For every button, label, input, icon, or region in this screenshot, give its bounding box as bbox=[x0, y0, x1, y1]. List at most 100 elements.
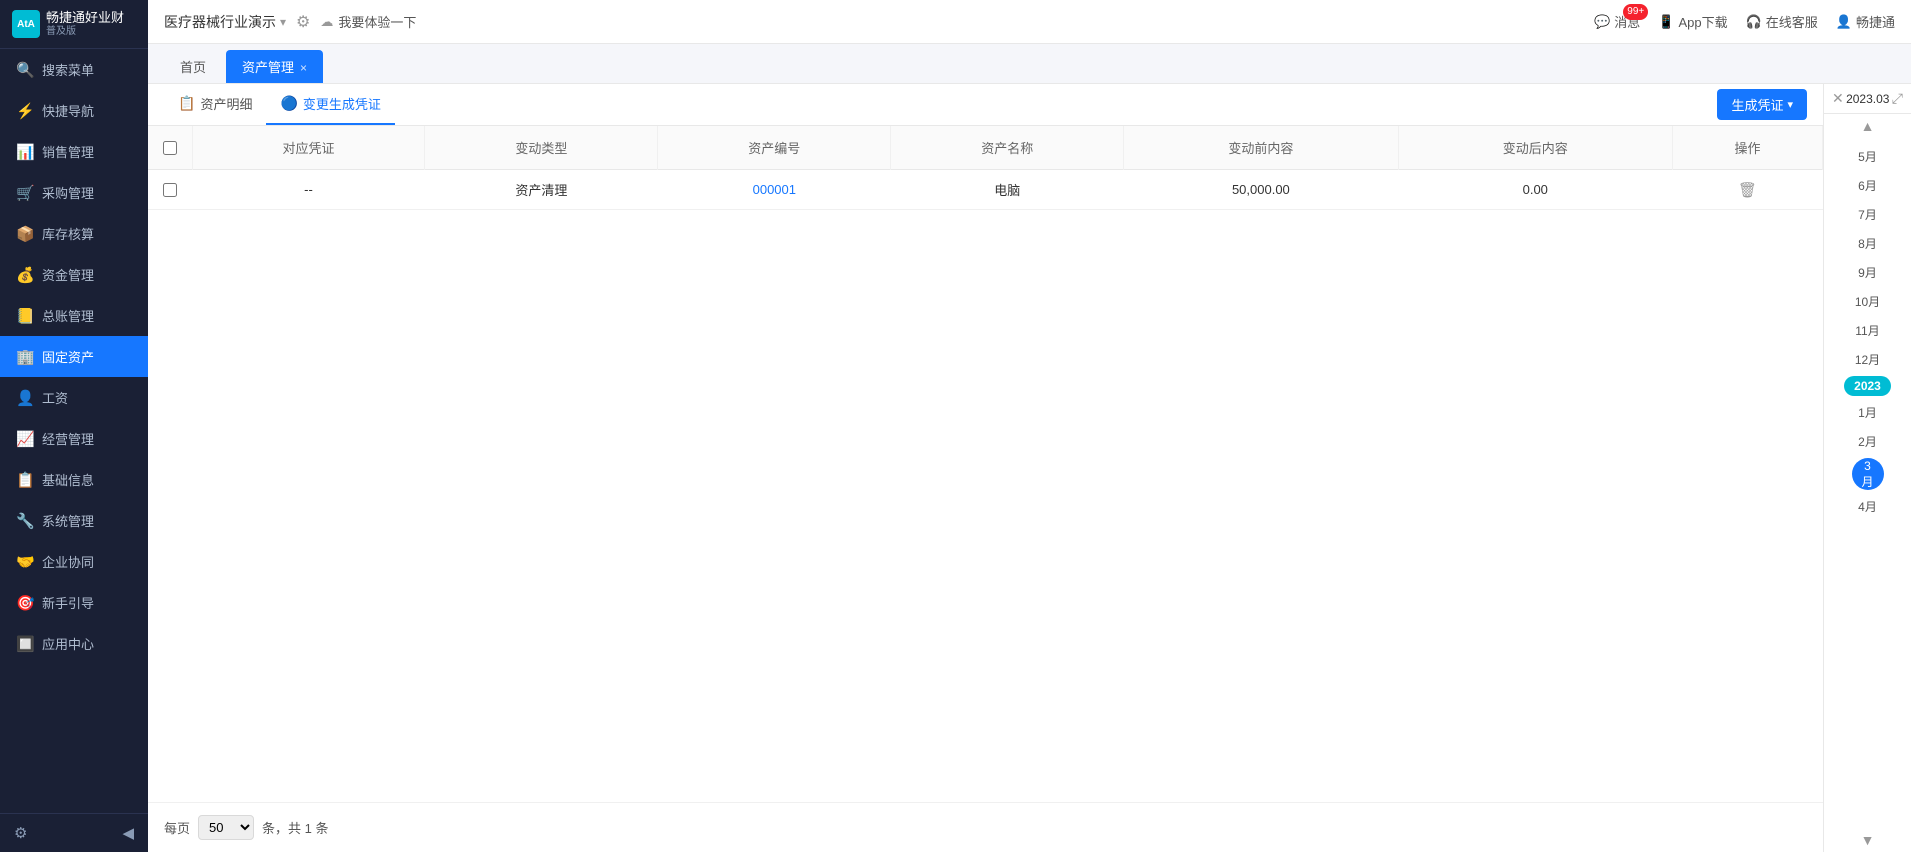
online-service-icon: 🎧 bbox=[1746, 14, 1762, 30]
topbar-app-download[interactable]: 📱 App下载 bbox=[1658, 12, 1727, 31]
date-2023-2月[interactable]: 2月 bbox=[1824, 427, 1911, 456]
sidebar-label-system: 系统管理 bbox=[42, 511, 94, 530]
fixed-assets-icon: 🏢 bbox=[16, 348, 34, 366]
date-month-7月[interactable]: 7月 bbox=[1824, 200, 1911, 229]
sales-icon: 📊 bbox=[16, 143, 34, 161]
date-2023-3月[interactable]: 3月 bbox=[1852, 458, 1884, 490]
company-title: 医疗器械行业演示 bbox=[164, 12, 276, 32]
sidebar-item-app-center[interactable]: 🔲 应用中心 bbox=[0, 623, 148, 664]
topbar-user[interactable]: 👤 畅捷通 bbox=[1836, 12, 1895, 31]
sidebar-label-inventory: 库存核算 bbox=[42, 224, 94, 243]
cloud-icon: ☁ bbox=[320, 14, 333, 30]
sidebar-label-app-center: 应用中心 bbox=[42, 634, 94, 653]
asset-detail-tab-icon: 📋 bbox=[178, 95, 195, 112]
tab-home[interactable]: 首页 bbox=[164, 50, 222, 83]
topbar: 医疗器械行业演示 ▾ ⚙ ☁ 我要体验一下 💬99+ 消息 📱 App下载 🎧 在线… bbox=[148, 0, 1911, 44]
sidebar-label-guide: 新手引导 bbox=[42, 593, 94, 612]
sidebar-label-quick-nav: 快捷导航 bbox=[42, 101, 94, 120]
sidebar-item-guide[interactable]: 🎯 新手引导 bbox=[0, 582, 148, 623]
purchase-icon: 🛒 bbox=[16, 184, 34, 202]
date-month-9月[interactable]: 9月 bbox=[1824, 258, 1911, 287]
settings-icon[interactable]: ⚙ bbox=[14, 824, 27, 842]
date-2023-4月[interactable]: 4月 bbox=[1824, 492, 1911, 521]
table-header: 对应凭证 变动类型 资产编号 资产名称 变动前内容 变动后内容 操作 bbox=[148, 126, 1823, 170]
asset-detail-tab-label: 资产明细 bbox=[200, 94, 252, 113]
badge-messages: 99+ bbox=[1623, 4, 1648, 20]
title-dropdown-icon[interactable]: ▾ bbox=[280, 15, 286, 29]
app-download-label: App下载 bbox=[1678, 12, 1727, 31]
date-nav-down-icon[interactable]: ▼ bbox=[1861, 832, 1875, 848]
col-asset-name: 资产名称 bbox=[891, 126, 1124, 170]
sidebar-item-quick-nav[interactable]: ⚡ 快捷导航 bbox=[0, 90, 148, 131]
topbar-right: 💬99+ 消息 📱 App下载 🎧 在线客服 👤 畅捷通 bbox=[1594, 12, 1895, 31]
sidebar-item-finance[interactable]: 💰 资金管理 bbox=[0, 254, 148, 295]
sidebar-item-payroll[interactable]: 👤 工资 bbox=[0, 377, 148, 418]
sidebar-label-fixed-assets: 固定资产 bbox=[42, 347, 94, 366]
operations-icon: 📈 bbox=[16, 430, 34, 448]
date-month-11月[interactable]: 11月 bbox=[1824, 316, 1911, 345]
enterprise-icon: 🤝 bbox=[16, 553, 34, 571]
app-center-icon: 🔲 bbox=[16, 635, 34, 653]
date-panel-title: 2023.03 bbox=[1846, 92, 1889, 106]
experience-btn[interactable]: ☁ 我要体验一下 bbox=[320, 12, 416, 31]
tab-asset-management[interactable]: 资产管理 × bbox=[226, 50, 323, 83]
topbar-settings-icon[interactable]: ⚙ bbox=[296, 12, 310, 32]
per-page-select[interactable]: 50 10 20 100 bbox=[198, 815, 254, 840]
date-panel-expand-icon[interactable]: ⤢ bbox=[1892, 90, 1903, 107]
search-icon: 🔍 bbox=[16, 61, 34, 79]
sidebar-item-enterprise[interactable]: 🤝 企业协同 bbox=[0, 541, 148, 582]
generate-voucher-button[interactable]: 生成凭证 ▾ bbox=[1717, 89, 1807, 120]
sidebar-item-fixed-assets[interactable]: 🏢 固定资产 bbox=[0, 336, 148, 377]
row-before-change: 50,000.00 bbox=[1124, 170, 1398, 210]
experience-label: 我要体验一下 bbox=[338, 12, 416, 31]
date-month-10月[interactable]: 10月 bbox=[1824, 287, 1911, 316]
inner-tab-change-voucher[interactable]: 🔵 变更生成凭证 bbox=[266, 84, 394, 125]
sidebar-item-ledger[interactable]: 📒 总账管理 bbox=[0, 295, 148, 336]
app-download-icon: 📱 bbox=[1658, 14, 1674, 30]
delete-row-icon[interactable]: 🗑 bbox=[1738, 182, 1757, 199]
user-icon: 👤 bbox=[1836, 14, 1852, 30]
date-month-5月[interactable]: 5月 bbox=[1824, 142, 1911, 171]
asset-no-link[interactable]: 000001 bbox=[753, 182, 796, 197]
logo-text-block: 畅捷通好业财 普及版 bbox=[46, 10, 124, 38]
date-month-12月[interactable]: 12月 bbox=[1824, 345, 1911, 374]
right-date-panel: ✕ 2023.03 ⤢ ▲ 5月6月7月8月9月10月11月12月20231月2… bbox=[1823, 84, 1911, 852]
basic-info-icon: 📋 bbox=[16, 471, 34, 489]
sidebar-label-purchase: 采购管理 bbox=[42, 183, 94, 202]
tab-close-asset-management[interactable]: × bbox=[300, 61, 307, 75]
sidebar-item-purchase[interactable]: 🛒 采购管理 bbox=[0, 172, 148, 213]
asset-panel: 📋 资产明细🔵 变更生成凭证 生成凭证 ▾ bbox=[148, 84, 1823, 852]
messages-icon: 💬 bbox=[1594, 14, 1610, 30]
row-checkbox[interactable] bbox=[163, 183, 177, 197]
sidebar-item-basic-info[interactable]: 📋 基础信息 bbox=[0, 459, 148, 500]
sidebar-footer: ⚙ ◀ bbox=[0, 813, 148, 852]
sidebar-item-system[interactable]: 🔧 系统管理 bbox=[0, 500, 148, 541]
payroll-icon: 👤 bbox=[16, 389, 34, 407]
inner-tabs: 📋 资产明细🔵 变更生成凭证 生成凭证 ▾ bbox=[148, 84, 1823, 126]
content-area: 📋 资产明细🔵 变更生成凭证 生成凭证 ▾ bbox=[148, 84, 1911, 852]
date-panel-nav-bottom: ▼ bbox=[1824, 828, 1911, 852]
generate-voucher-label: 生成凭证 bbox=[1731, 95, 1783, 114]
tab-label-home: 首页 bbox=[180, 60, 206, 75]
date-year-2023[interactable]: 2023 bbox=[1844, 376, 1891, 396]
date-nav-up-icon[interactable]: ▲ bbox=[1861, 118, 1875, 134]
sidebar-item-sales[interactable]: 📊 销售管理 bbox=[0, 131, 148, 172]
col-asset-no: 资产编号 bbox=[658, 126, 891, 170]
sidebar-label-finance: 资金管理 bbox=[42, 265, 94, 284]
select-all-checkbox[interactable] bbox=[163, 141, 177, 155]
topbar-messages[interactable]: 💬99+ 消息 bbox=[1594, 12, 1640, 31]
sidebar-item-operations[interactable]: 📈 经营管理 bbox=[0, 418, 148, 459]
date-month-6月[interactable]: 6月 bbox=[1824, 171, 1911, 200]
sidebar-item-inventory[interactable]: 📦 库存核算 bbox=[0, 213, 148, 254]
topbar-online-service[interactable]: 🎧 在线客服 bbox=[1746, 12, 1818, 31]
collapse-icon[interactable]: ◀ bbox=[122, 824, 134, 842]
date-panel-close-icon[interactable]: ✕ bbox=[1832, 90, 1844, 107]
tab-label-asset-management: 资产管理 bbox=[242, 60, 294, 75]
inner-tab-asset-detail[interactable]: 📋 资产明细 bbox=[164, 84, 266, 125]
row-checkbox-cell bbox=[148, 170, 192, 210]
date-month-8月[interactable]: 8月 bbox=[1824, 229, 1911, 258]
row-asset-name: 电脑 bbox=[891, 170, 1124, 210]
sidebar-item-search[interactable]: 🔍 搜索菜单 bbox=[0, 49, 148, 90]
user-label: 畅捷通 bbox=[1856, 12, 1895, 31]
date-2023-1月[interactable]: 1月 bbox=[1824, 398, 1911, 427]
